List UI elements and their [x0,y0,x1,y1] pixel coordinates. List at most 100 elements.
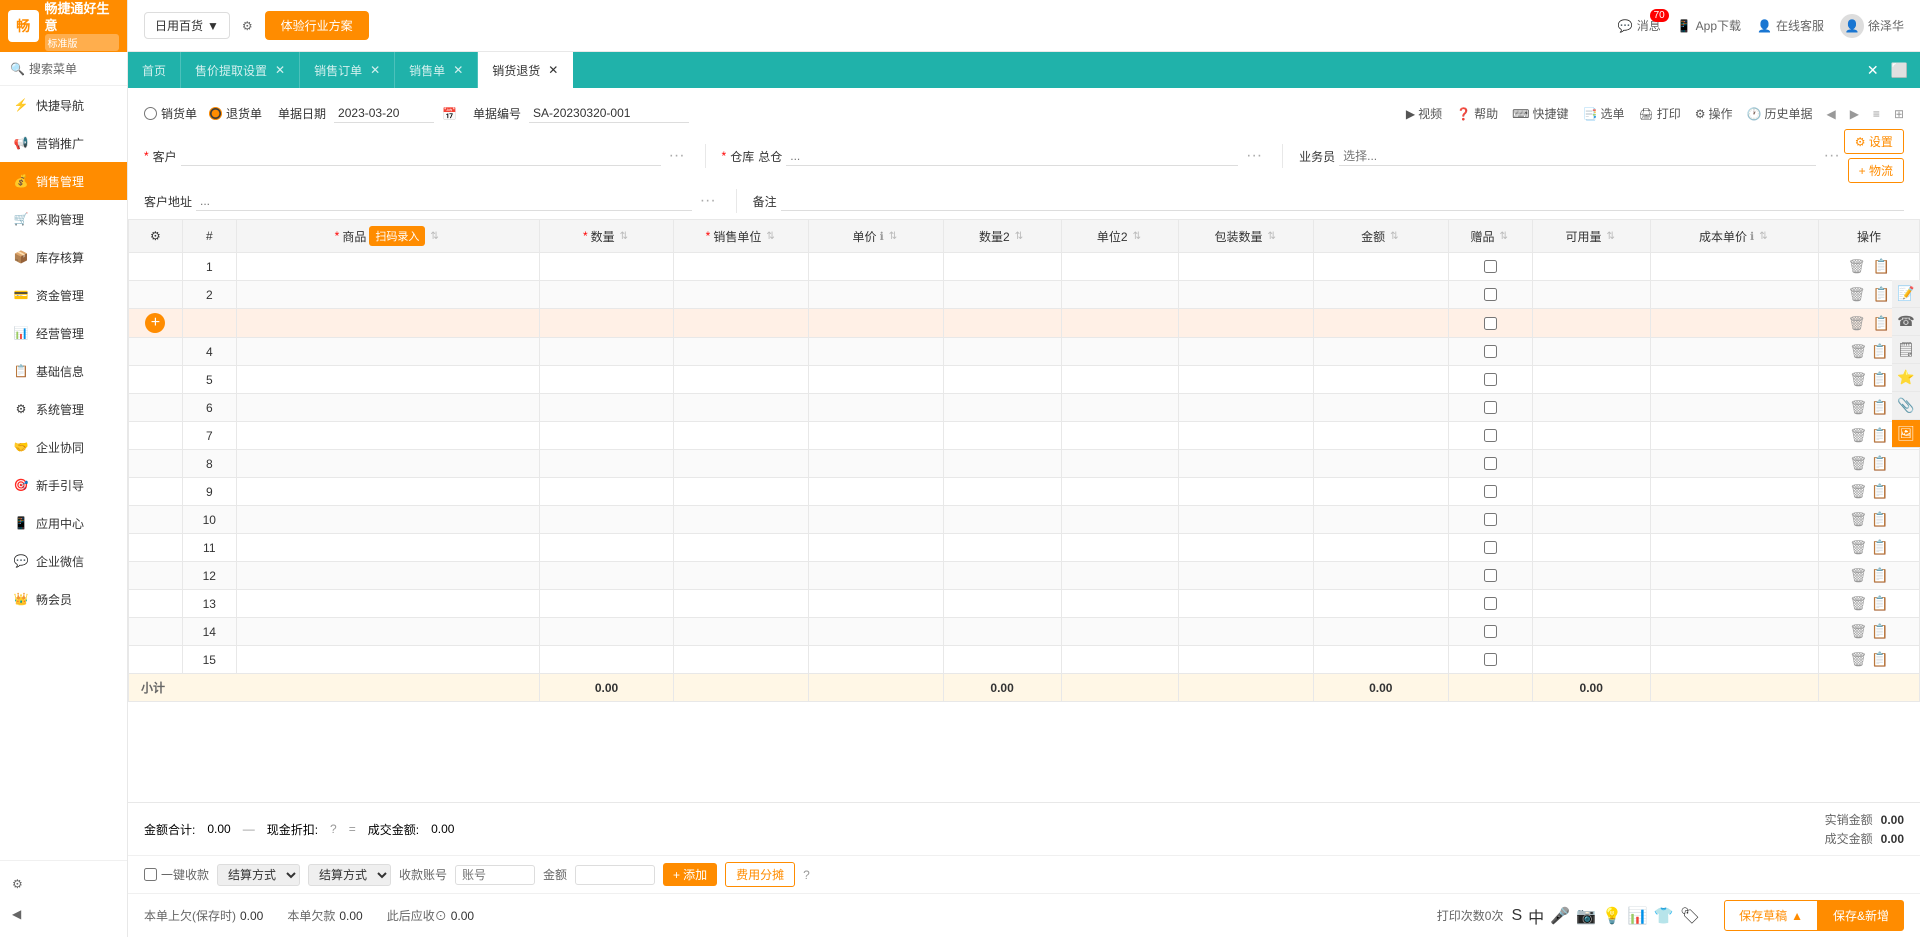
toolbar-icon-1[interactable]: S [1511,907,1522,925]
copy-icon-6[interactable]: 📋 [1871,399,1888,415]
view-grid-icon[interactable]: ⊞ [1894,107,1904,121]
view-list-icon[interactable]: ≡ [1873,107,1880,121]
row-product-1[interactable] [236,253,539,281]
cost-sort-icon[interactable]: ⇅ [1759,231,1767,242]
gift-checkbox-2[interactable] [1484,288,1497,301]
copy-icon-15[interactable]: 📋 [1871,651,1888,667]
col-settings[interactable]: ⚙ [129,220,183,253]
staff-more-btn[interactable]: ··· [1820,147,1844,165]
doc-no-input[interactable] [529,104,689,123]
rp-image-icon[interactable]: 🖼 [1892,420,1920,448]
rp-star-icon[interactable]: ⭐ [1892,364,1920,392]
addr-more-btn[interactable]: ··· [696,192,720,210]
save-draft-btn[interactable]: 保存草稿 ▲ [1724,900,1818,931]
cost-info-icon[interactable]: ℹ [1750,230,1754,243]
copy-icon-10[interactable]: 📋 [1871,511,1888,527]
tab-maximize-btn[interactable]: ⬜ [1887,58,1912,83]
sidebar-item-enterprise-wechat[interactable]: 💬 企业微信 [0,542,127,580]
gift-checkbox-14[interactable] [1484,625,1497,638]
sidebar-item-sales-mgmt[interactable]: 💰 销售管理 [0,162,127,200]
rp-attach-icon[interactable]: 📎 [1892,392,1920,420]
tab-sales-return[interactable]: 销货退货 ✕ [478,52,573,88]
price-sort-icon[interactable]: ⇅ [889,231,897,242]
tab-close-price-extract[interactable]: ✕ [275,64,285,76]
sidebar-collapse-btn[interactable]: ◀ [0,899,127,929]
delete-icon-8[interactable]: 🗑 [1849,455,1867,471]
radio-return-input[interactable] [209,107,222,120]
split-help-icon[interactable]: ? [803,868,810,882]
experience-btn[interactable]: 体验行业方案 [265,11,369,40]
delete-icon-4[interactable]: 🗑 [1849,343,1867,359]
delete-icon-1[interactable]: 🗑 [1848,258,1866,274]
copy-icon-14[interactable]: 📋 [1871,623,1888,639]
gift-checkbox-10[interactable] [1484,513,1497,526]
product-input-3[interactable] [243,316,533,330]
price-info-icon[interactable]: ℹ [880,230,884,243]
delete-icon-14[interactable]: 🗑 [1849,623,1867,639]
radio-delivery-input[interactable] [144,107,157,120]
sidebar-item-enterprise[interactable]: 🤝 企业协同 [0,428,127,466]
sidebar-item-marketing[interactable]: 📢 营销推广 [0,124,127,162]
gift-checkbox-11[interactable] [1484,541,1497,554]
toolbar-icon-7[interactable]: 👕 [1654,906,1674,926]
toolbar-icon-8[interactable]: 🏷 [1680,906,1700,926]
footer-amount-input[interactable] [575,865,655,885]
copy-icon-12[interactable]: 📋 [1871,567,1888,583]
sidebar-item-sys-mgmt[interactable]: ⚙ 系统管理 [0,390,127,428]
tab-close-sales-order[interactable]: ✕ [370,64,380,76]
toolbar-icon-6[interactable]: 📊 [1628,906,1648,926]
gift-checkbox-8[interactable] [1484,457,1497,470]
calc-method-select[interactable]: 结算方式 [217,864,300,886]
toolbar-icon-2[interactable]: 中 [1528,904,1544,928]
sidebar-settings-btn[interactable]: ⚙ [0,869,127,899]
delete-icon-5[interactable]: 🗑 [1849,371,1867,387]
tab-close-sales-delivery[interactable]: ✕ [453,64,463,76]
sidebar-item-quick-nav[interactable]: ⚡ 快捷导航 [0,86,127,124]
delete-icon-15[interactable]: 🗑 [1849,651,1867,667]
industry-select[interactable]: 日用百货 ▼ [144,12,230,39]
one-key-pay-label[interactable]: 一键收款 [144,866,209,883]
add-row-btn[interactable]: + [145,313,165,333]
gift-checkbox-15[interactable] [1484,653,1497,666]
copy-icon-3[interactable]: 📋 [1873,315,1890,331]
addr-input[interactable] [196,192,692,211]
remark-input[interactable] [781,192,1904,211]
delete-icon-12[interactable]: 🗑 [1849,567,1867,583]
gift-checkbox-9[interactable] [1484,485,1497,498]
tab-close-sales-return[interactable]: ✕ [548,64,558,76]
action-operate[interactable]: ⚙ 操作 [1695,105,1733,122]
copy-icon-2[interactable]: 📋 [1873,286,1890,302]
action-select[interactable]: 📑 选单 [1582,105,1624,122]
nav-prev-icon[interactable]: ◀ [1826,107,1835,121]
tab-close-all-btn[interactable]: ✕ [1863,58,1883,83]
copy-icon-11[interactable]: 📋 [1871,539,1888,555]
copy-icon-9[interactable]: 📋 [1871,483,1888,499]
save-new-btn[interactable]: 保存&新增 [1818,900,1904,931]
warehouse-input[interactable] [786,147,1238,166]
delete-icon-10[interactable]: 🗑 [1849,511,1867,527]
amount-sort-icon[interactable]: ⇅ [1390,231,1398,242]
message-btn[interactable]: 💬 消息 70 [1618,17,1661,34]
product-input-1[interactable] [243,260,533,274]
copy-icon-7[interactable]: 📋 [1871,427,1888,443]
account-input[interactable] [455,865,535,885]
pack-sort-icon[interactable]: ⇅ [1267,231,1275,242]
discount-help-icon[interactable]: ? [330,822,337,836]
toolbar-icon-5[interactable]: 💡 [1602,906,1622,926]
staff-input[interactable] [1339,147,1816,166]
sidebar-item-member[interactable]: 👑 畅会员 [0,580,127,618]
settings-col-icon[interactable]: ⚙ [150,229,161,243]
scan-input-btn[interactable]: 扫码录入 [369,226,425,246]
split-btn[interactable]: 费用分摊 [725,862,795,887]
topbar-gear-icon[interactable]: ⚙ [238,15,257,37]
sidebar-item-ops-mgmt[interactable]: 📊 经营管理 [0,314,127,352]
gift-checkbox-4[interactable] [1484,345,1497,358]
nav-next-icon[interactable]: ▶ [1850,107,1859,121]
date-input[interactable] [334,104,434,123]
calendar-icon[interactable]: 📅 [442,107,457,121]
tab-home[interactable]: 首页 [128,52,181,88]
rp-phone-icon[interactable]: ☎ [1892,308,1920,336]
unit2-sort-icon[interactable]: ⇅ [1133,231,1141,242]
delete-icon-3[interactable]: 🗑 [1848,315,1866,331]
gift-checkbox-7[interactable] [1484,429,1497,442]
